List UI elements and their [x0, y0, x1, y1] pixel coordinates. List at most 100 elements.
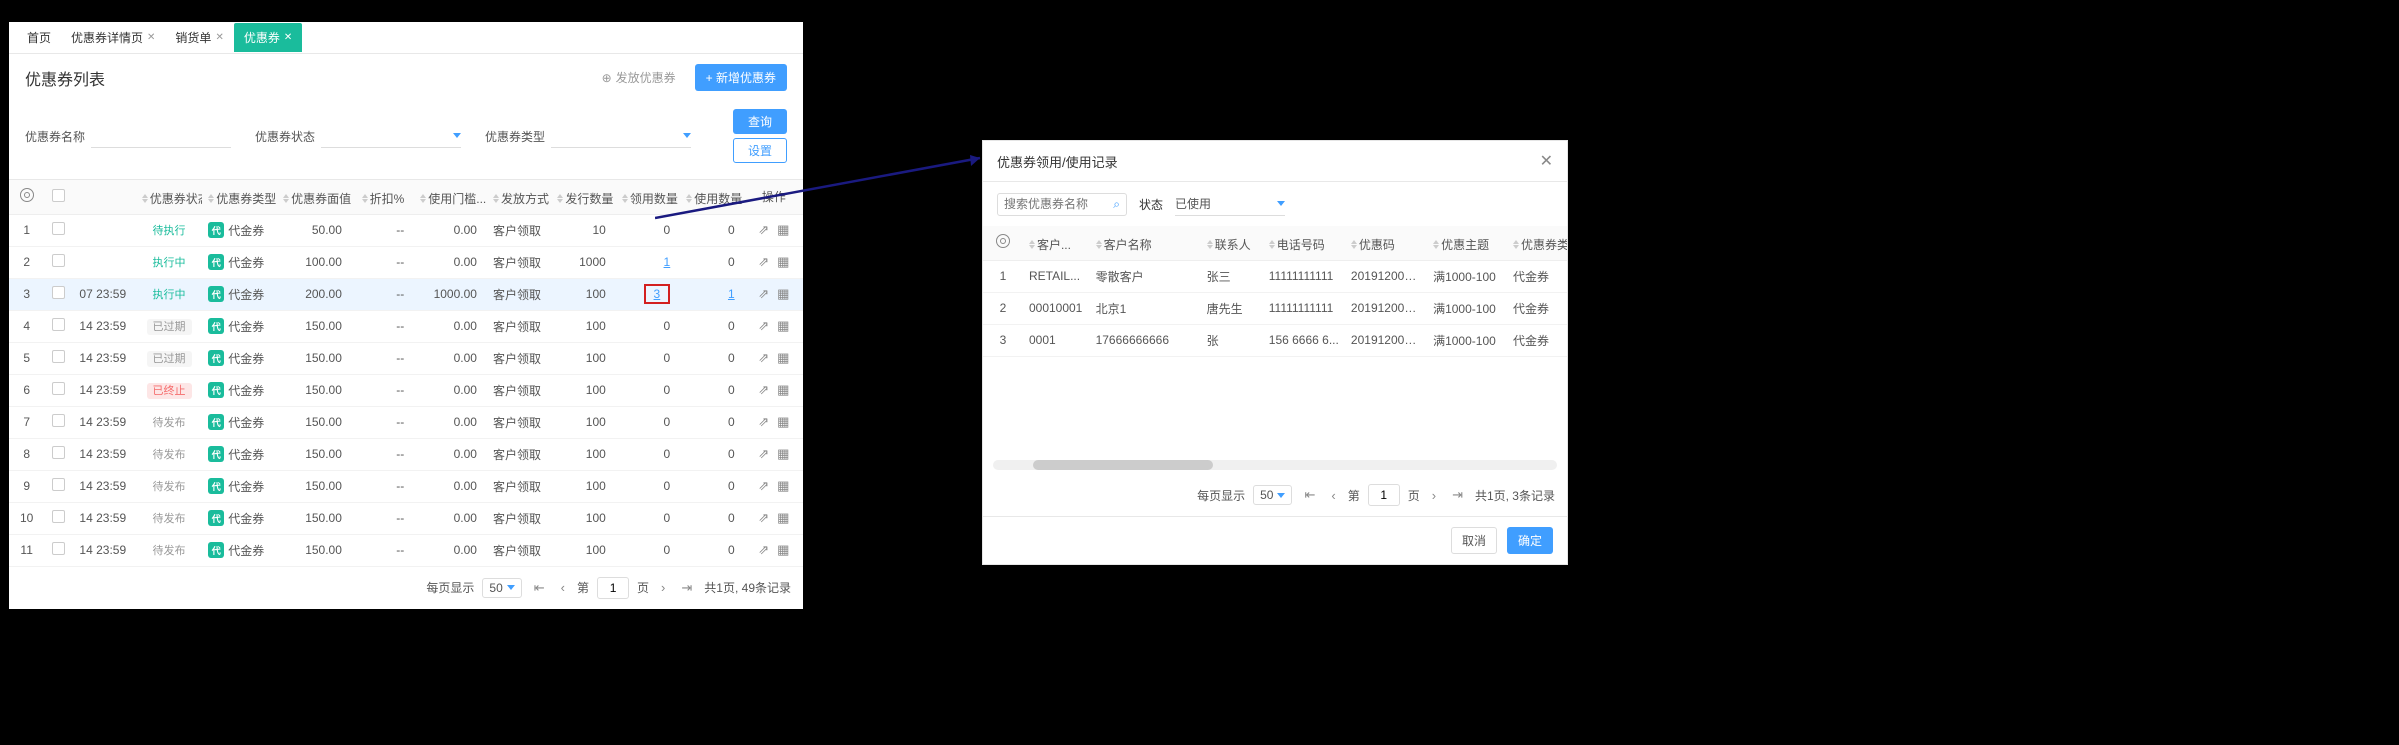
col-status[interactable]: 优惠券状态	[150, 190, 203, 207]
tab[interactable]: 优惠券详情页✕	[61, 23, 165, 52]
table-row[interactable]: 2 00010001 北京1 唐先生 11111111111 201912007…	[983, 292, 1567, 324]
col-face[interactable]: 优惠券面值	[291, 190, 351, 207]
dialog-search-box[interactable]: ⌕	[997, 193, 1127, 216]
share-icon[interactable]: ⇗	[758, 222, 769, 238]
table-row[interactable]: 8 14 23:59 待发布 代代金券 150.00 -- 0.00 客户领取 …	[9, 438, 803, 470]
dcol-subject[interactable]: 优惠主题	[1441, 236, 1489, 253]
close-icon[interactable]: ✕	[215, 32, 223, 43]
qr-icon[interactable]: ▦	[777, 318, 789, 334]
tab[interactable]: 优惠券✕	[234, 23, 302, 52]
dcol-code[interactable]: 优惠码	[1359, 236, 1395, 253]
table-row[interactable]: 7 14 23:59 待发布 代代金券 150.00 -- 0.00 客户领取 …	[9, 406, 803, 438]
col-method[interactable]: 发放方式	[501, 190, 549, 207]
claimed-link[interactable]: 1	[664, 255, 671, 269]
cancel-button[interactable]: 取消	[1451, 527, 1497, 554]
filter-name-input[interactable]	[91, 124, 231, 148]
share-icon[interactable]: ⇗	[758, 254, 769, 270]
col-threshold[interactable]: 使用门槛...	[428, 190, 486, 207]
page-input[interactable]	[1368, 484, 1400, 506]
share-icon[interactable]: ⇗	[758, 446, 769, 462]
qr-icon[interactable]: ▦	[777, 382, 789, 398]
share-icon[interactable]: ⇗	[758, 286, 769, 302]
per-page-select[interactable]: 50	[1253, 485, 1292, 505]
share-icon[interactable]: ⇗	[758, 478, 769, 494]
search-icon[interactable]: ⌕	[1113, 197, 1120, 212]
last-page-button[interactable]: ⇥	[1448, 487, 1467, 503]
qr-icon[interactable]: ▦	[777, 478, 789, 494]
settings-button[interactable]: 设置	[733, 138, 787, 163]
col-type[interactable]: 优惠券类型	[216, 190, 276, 207]
qr-icon[interactable]: ▦	[777, 222, 789, 238]
table-row[interactable]: 1 RETAIL... 零散客户 张三 11111111111 20191200…	[983, 260, 1567, 292]
share-icon[interactable]: ⇗	[758, 510, 769, 526]
first-page-button[interactable]: ⇤	[530, 580, 549, 596]
per-page-select[interactable]: 50	[482, 578, 521, 598]
last-page-button[interactable]: ⇥	[677, 580, 696, 596]
col-claimed[interactable]: 领用数量	[630, 190, 678, 207]
distribute-button[interactable]: ⊕ 发放优惠券	[591, 64, 687, 91]
filter-type-select[interactable]	[551, 124, 691, 148]
col-used[interactable]: 使用数量	[694, 190, 742, 207]
claimed-link[interactable]: 3	[654, 287, 661, 301]
table-row[interactable]: 3 07 23:59 执行中 代代金券 200.00 -- 1000.00 客户…	[9, 278, 803, 310]
close-icon[interactable]: ✕	[1540, 151, 1553, 171]
used-link[interactable]: 1	[728, 287, 735, 301]
table-row[interactable]: 4 14 23:59 已过期 代代金券 150.00 -- 0.00 客户领取 …	[9, 310, 803, 342]
row-checkbox[interactable]	[52, 286, 65, 299]
select-all-checkbox[interactable]	[52, 189, 65, 202]
row-checkbox[interactable]	[52, 478, 65, 491]
prev-page-button[interactable]: ‹	[1327, 488, 1339, 503]
row-checkbox[interactable]	[52, 414, 65, 427]
qr-icon[interactable]: ▦	[777, 446, 789, 462]
qr-icon[interactable]: ▦	[777, 542, 789, 558]
row-checkbox[interactable]	[52, 446, 65, 459]
qr-icon[interactable]: ▦	[777, 286, 789, 302]
table-row[interactable]: 6 14 23:59 已终止 代代金券 150.00 -- 0.00 客户领取 …	[9, 374, 803, 406]
add-coupon-button[interactable]: + 新增优惠券	[695, 64, 787, 91]
share-icon[interactable]: ⇗	[758, 542, 769, 558]
gear-icon[interactable]	[996, 234, 1010, 248]
share-icon[interactable]: ⇗	[758, 350, 769, 366]
table-row[interactable]: 9 14 23:59 待发布 代代金券 150.00 -- 0.00 客户领取 …	[9, 470, 803, 502]
close-icon[interactable]: ✕	[147, 32, 155, 43]
filter-status-select[interactable]	[321, 124, 461, 148]
table-row[interactable]: 1 待执行 代代金券 50.00 -- 0.00 客户领取 10 0 0 ⇗▦	[9, 214, 803, 246]
tab[interactable]: 首页	[17, 23, 61, 52]
row-checkbox[interactable]	[52, 222, 65, 235]
next-page-button[interactable]: ›	[1428, 488, 1440, 503]
row-checkbox[interactable]	[52, 382, 65, 395]
row-checkbox[interactable]	[52, 542, 65, 555]
gear-icon[interactable]	[20, 188, 34, 202]
dcol-contact[interactable]: 联系人	[1215, 236, 1251, 253]
share-icon[interactable]: ⇗	[758, 414, 769, 430]
row-checkbox[interactable]	[52, 510, 65, 523]
row-checkbox[interactable]	[52, 254, 65, 267]
col-discount[interactable]: 折扣%	[370, 190, 405, 207]
dialog-search-input[interactable]	[1004, 197, 1109, 211]
next-page-button[interactable]: ›	[657, 580, 669, 595]
prev-page-button[interactable]: ‹	[557, 580, 569, 595]
row-checkbox[interactable]	[52, 350, 65, 363]
close-icon[interactable]: ✕	[284, 32, 292, 43]
dialog-status-select[interactable]: 已使用	[1175, 192, 1285, 216]
first-page-button[interactable]: ⇤	[1300, 487, 1319, 503]
dcol-custno[interactable]: 客户...	[1037, 236, 1071, 253]
dcol-custname[interactable]: 客户名称	[1104, 236, 1152, 253]
qr-icon[interactable]: ▦	[777, 350, 789, 366]
confirm-button[interactable]: 确定	[1507, 527, 1553, 554]
share-icon[interactable]: ⇗	[758, 318, 769, 334]
dcol-phone[interactable]: 电话号码	[1277, 236, 1325, 253]
tab[interactable]: 销货单✕	[165, 23, 233, 52]
col-issued[interactable]: 发行数量	[565, 190, 613, 207]
table-row[interactable]: 5 14 23:59 已过期 代代金券 150.00 -- 0.00 客户领取 …	[9, 342, 803, 374]
qr-icon[interactable]: ▦	[777, 414, 789, 430]
share-icon[interactable]: ⇗	[758, 382, 769, 398]
page-input[interactable]	[597, 577, 629, 599]
search-button[interactable]: 查询	[733, 109, 787, 134]
table-row[interactable]: 3 0001 17666666666 张 156 6666 6... 20191…	[983, 324, 1567, 356]
table-row[interactable]: 11 14 23:59 待发布 代代金券 150.00 -- 0.00 客户领取…	[9, 534, 803, 566]
table-row[interactable]: 2 执行中 代代金券 100.00 -- 0.00 客户领取 1000 1 0 …	[9, 246, 803, 278]
dcol-cat[interactable]: 优惠券类	[1521, 236, 1567, 253]
table-row[interactable]: 10 14 23:59 待发布 代代金券 150.00 -- 0.00 客户领取…	[9, 502, 803, 534]
qr-icon[interactable]: ▦	[777, 254, 789, 270]
